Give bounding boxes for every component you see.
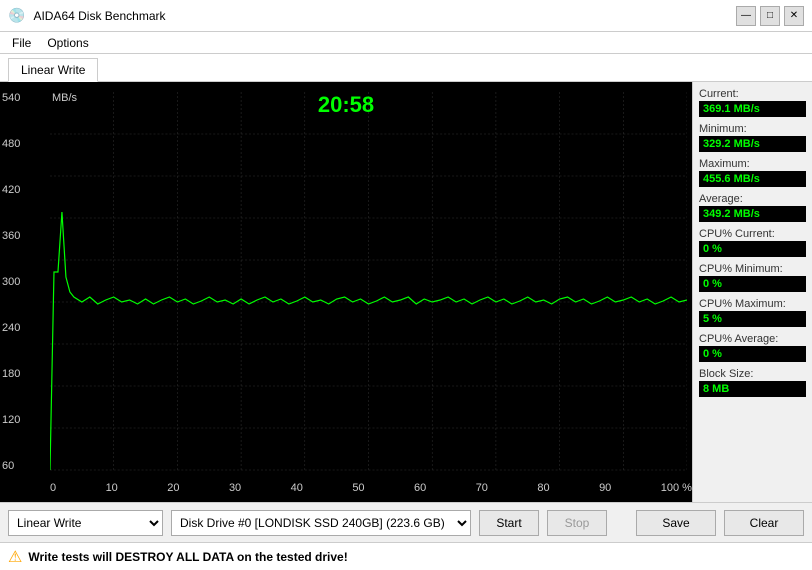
- stat-cpu-average-value: 0 %: [699, 346, 806, 362]
- warning-icon: ⚠: [8, 547, 22, 567]
- y-label-420: 420: [2, 184, 20, 196]
- stat-block-size-value: 8 MB: [699, 381, 806, 397]
- y-label-60: 60: [2, 460, 20, 472]
- stat-maximum-value: 455.6 MB/s: [699, 171, 806, 187]
- y-label-540: 540: [2, 92, 20, 104]
- stat-cpu-minimum: CPU% Minimum: 0 %: [699, 263, 806, 292]
- x-label-0: 0: [50, 482, 56, 494]
- y-label-300: 300: [2, 276, 20, 288]
- stat-average-label: Average:: [699, 193, 806, 205]
- bottom-toolbar: Linear Write Linear Read Random Read Ran…: [0, 502, 812, 542]
- x-label-90: 90: [599, 482, 611, 494]
- x-label-30: 30: [229, 482, 241, 494]
- x-axis-labels: 0 10 20 30 40 50 60 70 80 90 100 %: [50, 482, 692, 494]
- stat-maximum: Maximum: 455.6 MB/s: [699, 158, 806, 187]
- stat-minimum-label: Minimum:: [699, 123, 806, 135]
- x-label-80: 80: [537, 482, 549, 494]
- x-label-10: 10: [106, 482, 118, 494]
- x-label-100: 100 %: [661, 482, 692, 494]
- y-axis-labels: 540 480 420 360 300 240 180 120 60: [2, 92, 20, 472]
- main-content: MB/s 20:58 540 480 420 360 300 240 180 1…: [0, 82, 812, 502]
- stat-cpu-minimum-value: 0 %: [699, 276, 806, 292]
- stat-minimum-value: 329.2 MB/s: [699, 136, 806, 152]
- stat-cpu-maximum-label: CPU% Maximum:: [699, 298, 806, 310]
- x-label-70: 70: [476, 482, 488, 494]
- x-label-50: 50: [352, 482, 364, 494]
- stop-button[interactable]: Stop: [547, 510, 607, 536]
- y-label-240: 240: [2, 322, 20, 334]
- menu-bar: File Options: [0, 32, 812, 54]
- chart-svg: [50, 92, 687, 472]
- y-label-360: 360: [2, 230, 20, 242]
- x-label-40: 40: [291, 482, 303, 494]
- stat-current-value: 369.1 MB/s: [699, 101, 806, 117]
- stat-average-value: 349.2 MB/s: [699, 206, 806, 222]
- tab-linear-write[interactable]: Linear Write: [8, 58, 98, 82]
- stat-block-size-label: Block Size:: [699, 368, 806, 380]
- stat-cpu-current-value: 0 %: [699, 241, 806, 257]
- stat-minimum: Minimum: 329.2 MB/s: [699, 123, 806, 152]
- mb-label: MB/s: [52, 92, 77, 104]
- stat-cpu-minimum-label: CPU% Minimum:: [699, 263, 806, 275]
- title-bar-left: 💿 AIDA64 Disk Benchmark: [8, 7, 165, 24]
- stats-panel: Current: 369.1 MB/s Minimum: 329.2 MB/s …: [692, 82, 812, 502]
- y-label-180: 180: [2, 368, 20, 380]
- stat-block-size: Block Size: 8 MB: [699, 368, 806, 397]
- stat-current: Current: 369.1 MB/s: [699, 88, 806, 117]
- maximize-button[interactable]: □: [760, 6, 780, 26]
- start-button[interactable]: Start: [479, 510, 539, 536]
- y-label-120: 120: [2, 414, 20, 426]
- stat-cpu-current-label: CPU% Current:: [699, 228, 806, 240]
- stat-cpu-current: CPU% Current: 0 %: [699, 228, 806, 257]
- chart-area: MB/s 20:58 540 480 420 360 300 240 180 1…: [0, 82, 692, 502]
- menu-options[interactable]: Options: [39, 34, 96, 51]
- stat-cpu-average-label: CPU% Average:: [699, 333, 806, 345]
- warning-bar: ⚠ Write tests will DESTROY ALL DATA on t…: [0, 542, 812, 570]
- stat-maximum-label: Maximum:: [699, 158, 806, 170]
- x-label-20: 20: [167, 482, 179, 494]
- stat-average: Average: 349.2 MB/s: [699, 193, 806, 222]
- clear-button[interactable]: Clear: [724, 510, 804, 536]
- stat-cpu-maximum: CPU% Maximum: 5 %: [699, 298, 806, 327]
- x-label-60: 60: [414, 482, 426, 494]
- save-button[interactable]: Save: [636, 510, 716, 536]
- close-button[interactable]: ✕: [784, 6, 804, 26]
- window-title: AIDA64 Disk Benchmark: [33, 9, 165, 23]
- y-label-480: 480: [2, 138, 20, 150]
- stat-cpu-maximum-value: 5 %: [699, 311, 806, 327]
- stat-cpu-average: CPU% Average: 0 %: [699, 333, 806, 362]
- tab-bar: Linear Write: [0, 54, 812, 82]
- disk-dropdown[interactable]: Disk Drive #0 [LONDISK SSD 240GB] (223.6…: [171, 510, 471, 536]
- title-bar: 💿 AIDA64 Disk Benchmark — □ ✕: [0, 0, 812, 32]
- stat-current-label: Current:: [699, 88, 806, 100]
- test-type-dropdown[interactable]: Linear Write Linear Read Random Read Ran…: [8, 510, 163, 536]
- title-bar-controls: — □ ✕: [736, 6, 804, 26]
- app-icon: 💿: [8, 7, 25, 24]
- timestamp: 20:58: [318, 92, 374, 118]
- minimize-button[interactable]: —: [736, 6, 756, 26]
- menu-file[interactable]: File: [4, 34, 39, 51]
